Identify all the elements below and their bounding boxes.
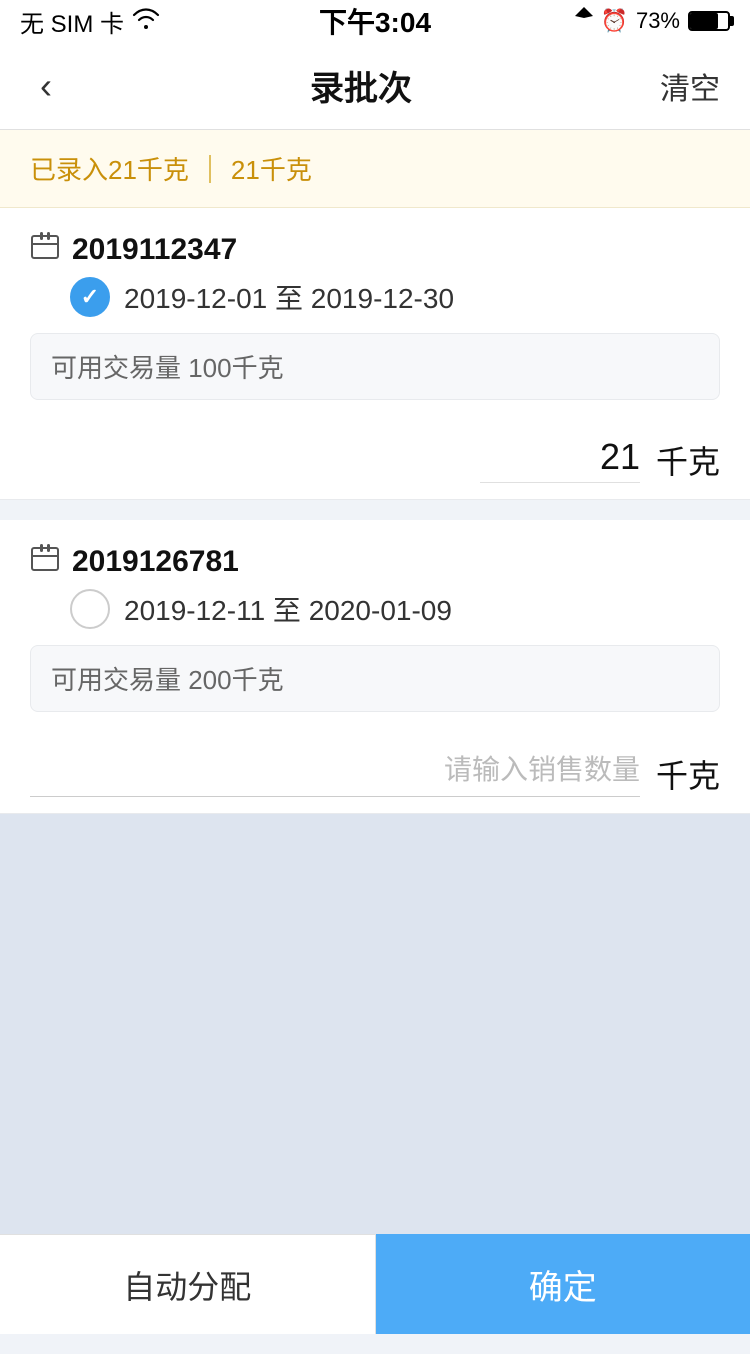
gray-area — [0, 814, 750, 1254]
alarm-icon: ⏰ — [601, 8, 628, 34]
batch1-date: 2019-12-01 至 2019-12-30 — [124, 277, 454, 317]
batch1-radio[interactable] — [70, 277, 110, 317]
batch1-id: 2019112347 — [72, 233, 237, 267]
batch1-header: 2019112347 — [0, 208, 750, 277]
back-button[interactable]: ‹ — [30, 55, 62, 117]
recorded-amount-label: 已录入21千克 — [30, 150, 189, 187]
batch2-header: 2019126781 — [0, 520, 750, 589]
batch1-quantity-value: 21 — [600, 436, 640, 478]
batch2-available: 可用交易量 200千克 — [30, 645, 720, 712]
batch-item-2: 2019126781 2019-12-11 至 2020-01-09 可用交易量… — [0, 520, 750, 814]
batch2-unit: 千克 — [656, 751, 720, 797]
confirm-button[interactable]: 确定 — [376, 1234, 750, 1334]
info-banner: 已录入21千克 21千克 — [0, 130, 750, 208]
status-right: ⏰ 73% — [575, 7, 730, 35]
banner-divider — [209, 155, 211, 183]
batch1-unit: 千克 — [656, 437, 720, 483]
batch2-icon — [30, 544, 60, 579]
batch2-input-row: 请输入销售数量 千克 — [0, 732, 750, 814]
batch1-date-row: 2019-12-01 至 2019-12-30 — [0, 277, 750, 333]
batch-separator — [0, 500, 750, 520]
battery-percent: 73% — [636, 8, 680, 34]
bottom-bar: 自动分配 确定 — [0, 1234, 750, 1334]
batch2-input-placeholder: 请输入销售数量 — [444, 748, 640, 788]
batch1-quantity-row: 21 千克 — [0, 420, 750, 500]
battery-fill — [690, 13, 718, 29]
status-time: 下午3:04 — [319, 1, 431, 41]
batch2-date: 2019-12-11 至 2020-01-09 — [124, 589, 452, 629]
batch1-available: 可用交易量 100千克 — [30, 333, 720, 400]
batch2-id: 2019126781 — [72, 545, 239, 579]
clear-button[interactable]: 清空 — [660, 64, 720, 108]
wifi-icon — [132, 7, 160, 36]
status-left: 无 SIM 卡 — [20, 4, 160, 39]
status-bar: 无 SIM 卡 下午3:04 ⏰ 73% — [0, 0, 750, 42]
batch-item-1: 2019112347 2019-12-01 至 2019-12-30 可用交易量… — [0, 208, 750, 500]
batch2-radio[interactable] — [70, 589, 110, 629]
amount-value: 21千克 — [231, 150, 312, 187]
nav-bar: ‹ 录批次 清空 — [0, 42, 750, 130]
battery-bar — [688, 11, 730, 31]
page-title: 录批次 — [310, 61, 412, 110]
batch2-date-row: 2019-12-11 至 2020-01-09 — [0, 589, 750, 645]
auto-distribute-button[interactable]: 自动分配 — [0, 1234, 376, 1334]
location-icon — [575, 7, 593, 35]
batch1-icon — [30, 232, 60, 267]
carrier-text: 无 SIM 卡 — [20, 4, 124, 39]
